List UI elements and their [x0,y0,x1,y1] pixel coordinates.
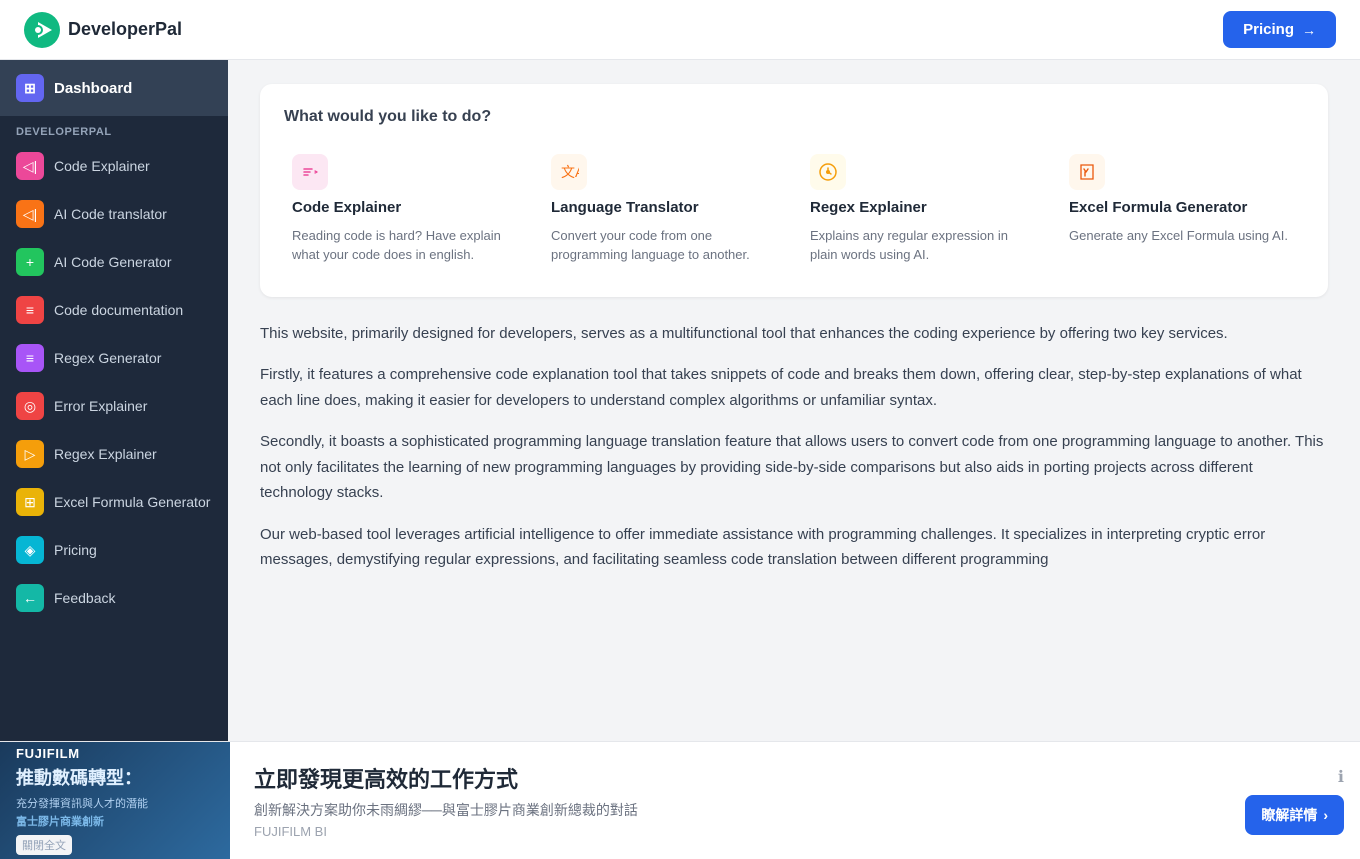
sidebar-item-regex-generator[interactable]: ≡ Regex Generator [0,334,228,382]
code-explainer-feature-icon [292,154,328,190]
regex-explainer-icon: ▷ [16,440,44,468]
ad-image-area: FUJIFILM 推動數碼轉型： 充分發揮資訊與人才的潛能 富士膠片商業創新 關… [0,742,230,859]
pricing-nav-button[interactable]: Pricing → [1223,11,1336,48]
logo-text: DeveloperPal [68,19,182,40]
feature-grid: Code Explainer Reading code is hard? Hav… [284,146,1304,273]
code-documentation-icon: ≡ [16,296,44,324]
code-explainer-icon: ◁| [16,152,44,180]
sidebar-item-label: AI Code translator [54,206,167,222]
sidebar: ⊞ Dashboard DeveloperPal ◁| Code Explain… [0,60,228,859]
logo-area[interactable]: DeveloperPal [24,12,182,48]
language-translator-feature-desc: Convert your code from one programming l… [551,226,778,265]
sidebar-section-label: DeveloperPal [0,116,228,142]
ai-code-generator-icon: + [16,248,44,276]
ad-close-button[interactable]: 關閉全文 [16,835,72,855]
feature-item-excel-formula-generator[interactable]: Excel Formula Generator Generate any Exc… [1061,146,1304,273]
description-para-2: Firstly, it features a comprehensive cod… [260,362,1328,413]
regex-explainer-feature-icon [810,154,846,190]
sidebar-item-excel-formula-generator[interactable]: ⊞ Excel Formula Generator [0,478,228,526]
top-navigation: DeveloperPal Pricing → [0,0,1360,60]
regex-explainer-feature-name: Regex Explainer [810,198,1037,218]
description-para-3: Secondly, it boasts a sophisticated prog… [260,429,1328,506]
ad-headline-zh: 推動數碼轉型： [16,767,142,790]
sidebar-item-feedback[interactable]: ← Feedback [0,574,228,622]
feature-item-code-explainer[interactable]: Code Explainer Reading code is hard? Hav… [284,146,527,273]
ad-action-area: ℹ 瞭解詳情 › [1200,742,1360,859]
excel-formula-generator-feature-name: Excel Formula Generator [1069,198,1296,218]
sidebar-item-label: Code Explainer [54,158,150,174]
logo-icon [24,12,60,48]
ad-content-sub: 創新解決方案助你未雨綢繆──與富士膠片商業創新總裁的對話 [254,800,1176,820]
excel-formula-generator-feature-desc: Generate any Excel Formula using AI. [1069,226,1296,246]
error-explainer-icon: ◎ [16,392,44,420]
main-content: What would you like to do? Code Explaine… [228,60,1360,859]
ai-code-translator-icon: ◁| [16,200,44,228]
svg-text:文A: 文A [561,164,579,180]
pricing-icon: ◈ [16,536,44,564]
excel-formula-generator-feature-icon [1069,154,1105,190]
sidebar-item-code-explainer[interactable]: ◁| Code Explainer [0,142,228,190]
sidebar-item-regex-explainer[interactable]: ▷ Regex Explainer [0,430,228,478]
feedback-icon: ← [16,584,44,612]
sidebar-item-label: Pricing [54,542,97,558]
feature-card: What would you like to do? Code Explaine… [260,84,1328,297]
sidebar-item-label: Regex Generator [54,350,161,366]
ad-fuji-logo: FUJIFILM [16,746,80,761]
ad-content-area: 立即發現更高效的工作方式 創新解決方案助你未雨綢繆──與富士膠片商業創新總裁的對… [230,742,1200,859]
regex-generator-icon: ≡ [16,344,44,372]
sidebar-item-label: Error Explainer [54,398,147,414]
sidebar-item-dashboard[interactable]: ⊞ Dashboard [0,60,228,116]
regex-explainer-feature-desc: Explains any regular expression in plain… [810,226,1037,265]
language-translator-feature-icon: 文A [551,154,587,190]
sidebar-item-label: AI Code Generator [54,254,172,270]
sidebar-item-label: Feedback [54,590,115,606]
ad-banner: FUJIFILM 推動數碼轉型： 充分發揮資訊與人才的潛能 富士膠片商業創新 關… [0,741,1360,859]
sidebar-item-label: Code documentation [54,302,183,318]
sidebar-item-error-explainer[interactable]: ◎ Error Explainer [0,382,228,430]
sidebar-item-label: Regex Explainer [54,446,157,462]
code-explainer-feature-desc: Reading code is hard? Have explain what … [292,226,519,265]
feature-card-title: What would you like to do? [284,108,1304,126]
feature-item-regex-explainer[interactable]: Regex Explainer Explains any regular exp… [802,146,1045,273]
sidebar-item-label: Excel Formula Generator [54,494,210,510]
dashboard-icon: ⊞ [16,74,44,102]
sidebar-item-code-documentation[interactable]: ≡ Code documentation [0,286,228,334]
feature-item-language-translator[interactable]: 文A Language Translator Convert your code… [543,146,786,273]
description-para-4: Our web-based tool leverages artificial … [260,522,1328,573]
ad-content-title: 立即發現更高效的工作方式 [254,762,1176,794]
ad-brand-zh: 富士膠片商業創新 [16,813,104,829]
app-layout: ⊞ Dashboard DeveloperPal ◁| Code Explain… [0,60,1360,859]
ad-sub-zh: 充分發揮資訊與人才的潛能 [16,795,148,811]
ad-content-brand: FUJIFILM BI [254,824,1176,839]
ad-learn-more-button[interactable]: 瞭解詳情 › [1245,795,1344,835]
excel-formula-generator-icon: ⊞ [16,488,44,516]
sidebar-item-ai-code-translator[interactable]: ◁| AI Code translator [0,190,228,238]
code-explainer-feature-name: Code Explainer [292,198,519,218]
sidebar-item-pricing[interactable]: ◈ Pricing [0,526,228,574]
sidebar-item-ai-code-generator[interactable]: + AI Code Generator [0,238,228,286]
language-translator-feature-name: Language Translator [551,198,778,218]
ad-info-icon: ℹ [1338,767,1344,787]
description-para-1: This website, primarily designed for dev… [260,321,1328,347]
